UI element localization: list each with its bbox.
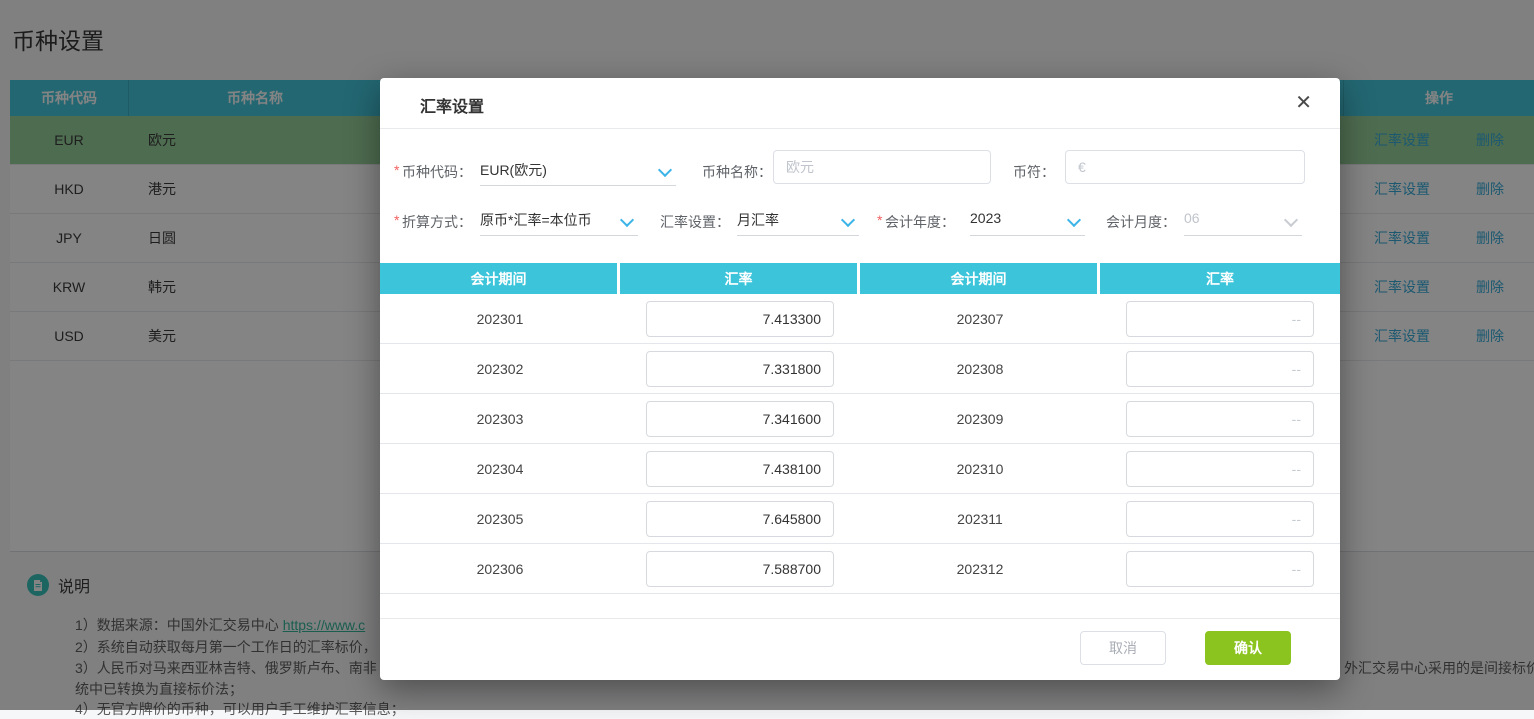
period-value: 202309 xyxy=(956,410,1004,427)
required-marker: * xyxy=(394,162,400,178)
period-value: 202308 xyxy=(956,360,1004,377)
cancel-button[interactable]: 取消 xyxy=(1080,631,1166,665)
rate-input[interactable] xyxy=(646,450,834,487)
currency-name-label: 币种名称： xyxy=(702,164,772,180)
period-value: 202305 xyxy=(476,510,524,527)
chevron-down-icon xyxy=(619,212,635,228)
fiscal-month-label: 会计月度： xyxy=(1106,214,1176,230)
chevron-down-icon xyxy=(1066,212,1082,228)
rate-col-period-right: 会计期间 xyxy=(860,263,1100,294)
chevron-down-icon xyxy=(657,162,673,178)
fiscal-year-select[interactable]: 2023 xyxy=(970,210,1085,236)
exchange-rate-dialog: 汇率设置 ✕ * 币种代码： EUR(欧元) 币种名称： 币符： * 折算方式：… xyxy=(380,78,1340,680)
close-icon[interactable]: ✕ xyxy=(1295,90,1312,116)
fiscal-year-label: 会计年度： xyxy=(885,214,955,230)
header-divider xyxy=(380,128,1340,129)
currency-name-field[interactable] xyxy=(773,150,991,184)
currency-code-label: 币种代码： xyxy=(402,164,472,180)
rate-input[interactable] xyxy=(646,500,834,537)
period-value: 202311 xyxy=(957,510,1003,527)
rate-input-empty[interactable] xyxy=(1126,550,1314,587)
currency-code-select[interactable]: EUR(欧元) xyxy=(480,160,676,186)
required-marker: * xyxy=(877,212,883,228)
rate-input-empty[interactable] xyxy=(1126,350,1314,387)
rate-input[interactable] xyxy=(646,400,834,437)
rate-row: 202305 202311 xyxy=(380,494,1340,544)
chevron-down-icon xyxy=(1283,212,1299,228)
required-marker: * xyxy=(394,212,400,228)
period-value: 202304 xyxy=(476,460,524,477)
conversion-select[interactable]: 原币*汇率=本位币 xyxy=(480,210,638,236)
rate-row: 202301 202307 xyxy=(380,294,1340,344)
rate-row: 202303 202309 xyxy=(380,394,1340,444)
period-value: 202301 xyxy=(476,310,524,327)
rate-table-header: 会计期间 汇率 会计期间 汇率 xyxy=(380,263,1340,294)
period-value: 202306 xyxy=(476,560,524,577)
period-value: 202303 xyxy=(476,410,524,427)
period-value: 202307 xyxy=(956,310,1004,327)
rate-row: 202306 202312 xyxy=(380,544,1340,594)
rate-table: 会计期间 汇率 会计期间 汇率 202301 202307 202302 202… xyxy=(380,263,1340,594)
rate-row: 202302 202308 xyxy=(380,344,1340,394)
rate-type-select[interactable]: 月汇率 xyxy=(737,210,859,236)
currency-symbol-field[interactable] xyxy=(1065,150,1305,184)
rate-input-empty[interactable] xyxy=(1126,400,1314,437)
period-value: 202302 xyxy=(476,360,524,377)
fiscal-month-select: 06 xyxy=(1184,210,1302,236)
dialog-title: 汇率设置 xyxy=(420,99,485,116)
rate-input-empty[interactable] xyxy=(1126,450,1314,487)
currency-symbol-label: 币符： xyxy=(1013,164,1055,180)
conversion-label: 折算方式： xyxy=(402,214,472,230)
period-value: 202312 xyxy=(956,560,1004,577)
period-value: 202310 xyxy=(956,460,1004,477)
rate-col-rate-right: 汇率 xyxy=(1206,270,1234,287)
footer-divider xyxy=(380,618,1340,619)
rate-input-empty[interactable] xyxy=(1126,300,1314,337)
rate-input[interactable] xyxy=(646,300,834,337)
chevron-down-icon xyxy=(840,212,856,228)
rate-input[interactable] xyxy=(646,550,834,587)
rate-type-label: 汇率设置： xyxy=(660,214,730,230)
rate-input[interactable] xyxy=(646,350,834,387)
rate-col-period-left: 会计期间 xyxy=(380,263,620,294)
rate-col-rate-left: 汇率 xyxy=(620,263,860,294)
rate-input-empty[interactable] xyxy=(1126,500,1314,537)
confirm-button[interactable]: 确认 xyxy=(1205,631,1291,665)
rate-row: 202304 202310 xyxy=(380,444,1340,494)
